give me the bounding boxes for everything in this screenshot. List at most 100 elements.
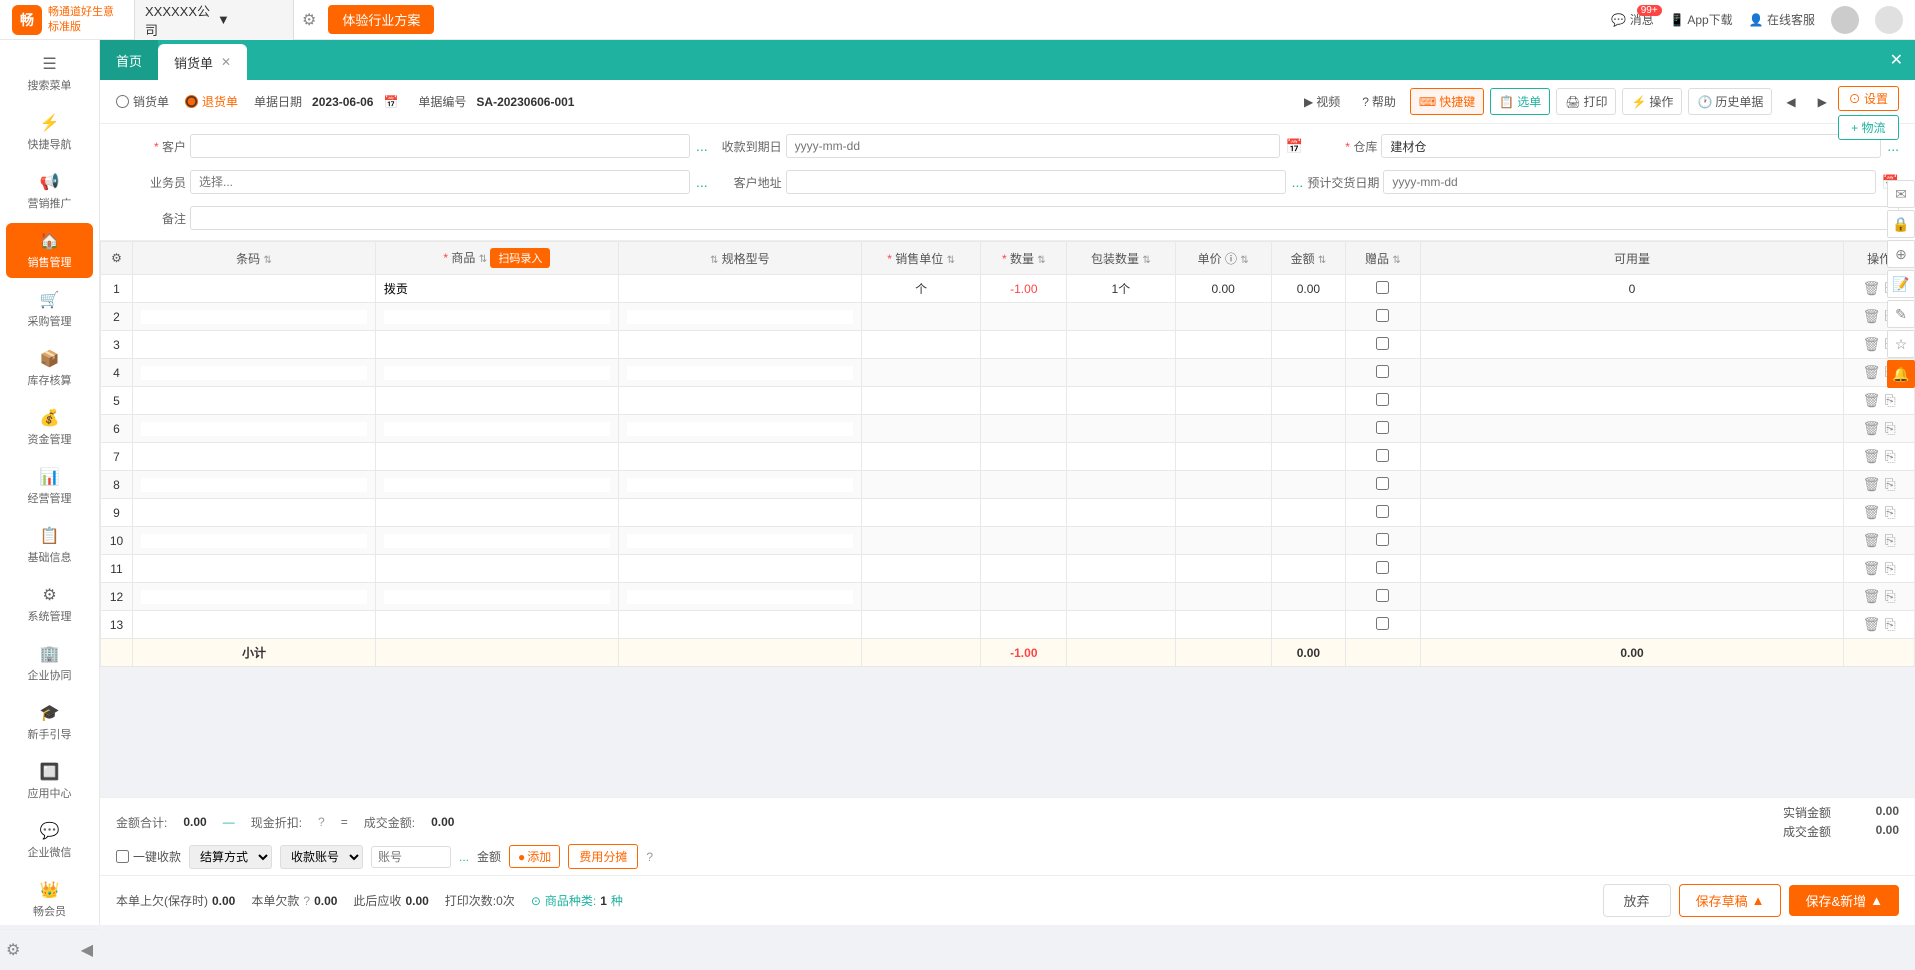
sidebar-item-system[interactable]: ⚙ 系统管理 bbox=[6, 577, 93, 632]
row-qty[interactable] bbox=[981, 471, 1067, 499]
gear-icon[interactable]: ⚙ bbox=[302, 10, 316, 30]
row-gift[interactable] bbox=[1346, 415, 1420, 443]
row-price[interactable] bbox=[1175, 387, 1271, 415]
copy-row-icon[interactable]: ⎘ bbox=[1884, 616, 1895, 633]
float-star-btn[interactable]: ☆ bbox=[1887, 330, 1915, 358]
next-btn[interactable]: ▶ bbox=[1810, 91, 1835, 113]
row-product[interactable] bbox=[375, 555, 618, 583]
row-amount[interactable] bbox=[1271, 303, 1345, 331]
row-spec[interactable] bbox=[618, 387, 861, 415]
row-price[interactable] bbox=[1175, 443, 1271, 471]
sidebar-item-operations[interactable]: 📊 经营管理 bbox=[6, 459, 93, 514]
delete-row-icon[interactable]: 🗑 bbox=[1863, 308, 1881, 325]
row-pack-qty[interactable]: 1个 bbox=[1067, 275, 1175, 303]
row-qty[interactable] bbox=[981, 611, 1067, 639]
row-barcode[interactable] bbox=[133, 471, 376, 499]
delete-row-icon[interactable]: 🗑 bbox=[1863, 392, 1881, 409]
row-spec[interactable] bbox=[618, 331, 861, 359]
tab-home[interactable]: 首页 bbox=[100, 40, 158, 80]
row-pack-qty[interactable] bbox=[1067, 359, 1175, 387]
sidebar-item-apps[interactable]: 🔲 应用中心 bbox=[6, 754, 93, 809]
row-pack-qty[interactable] bbox=[1067, 611, 1175, 639]
row-spec[interactable] bbox=[618, 611, 861, 639]
row-gift[interactable] bbox=[1346, 555, 1420, 583]
row-amount[interactable] bbox=[1271, 555, 1345, 583]
radio-return-order[interactable]: 退货单 bbox=[185, 93, 238, 110]
row-unit[interactable] bbox=[861, 415, 981, 443]
float-msg-btn[interactable]: ✉ bbox=[1887, 180, 1915, 208]
delete-row-icon[interactable]: 🗑 bbox=[1863, 588, 1881, 605]
row-product[interactable] bbox=[375, 583, 618, 611]
receivable-date-cal-icon[interactable]: 📅 bbox=[1286, 138, 1303, 155]
row-product[interactable] bbox=[375, 303, 618, 331]
remark-input[interactable] bbox=[190, 206, 1899, 230]
row-unit[interactable] bbox=[861, 611, 981, 639]
flow-button[interactable]: + 物流 bbox=[1838, 115, 1899, 140]
help-btn[interactable]: ? 帮助 bbox=[1354, 89, 1404, 114]
row-product[interactable] bbox=[375, 387, 618, 415]
row-barcode[interactable] bbox=[133, 359, 376, 387]
row-barcode[interactable] bbox=[133, 611, 376, 639]
row-pack-qty[interactable] bbox=[1067, 303, 1175, 331]
delete-row-icon[interactable]: 🗑 bbox=[1863, 280, 1881, 297]
float-notify-btn[interactable]: 🔔 bbox=[1887, 360, 1915, 388]
row-product[interactable] bbox=[375, 443, 618, 471]
trial-button[interactable]: 体验行业方案 bbox=[328, 5, 434, 34]
delete-row-icon[interactable]: 🗑 bbox=[1863, 560, 1881, 577]
row-amount[interactable] bbox=[1271, 443, 1345, 471]
row-gift[interactable] bbox=[1346, 387, 1420, 415]
delete-row-icon[interactable]: 🗑 bbox=[1863, 616, 1881, 633]
salesman-input[interactable] bbox=[190, 170, 690, 194]
row-spec[interactable] bbox=[618, 527, 861, 555]
copy-row-icon[interactable]: ⎘ bbox=[1884, 420, 1895, 437]
account-dots[interactable]: ... bbox=[459, 850, 469, 864]
sidebar-item-finance[interactable]: 💰 资金管理 bbox=[6, 400, 93, 455]
row-amount[interactable] bbox=[1271, 415, 1345, 443]
row-unit[interactable] bbox=[861, 387, 981, 415]
sidebar-item-guide[interactable]: 🎓 新手引导 bbox=[6, 695, 93, 750]
row-price[interactable] bbox=[1175, 471, 1271, 499]
row-qty[interactable] bbox=[981, 583, 1067, 611]
copy-row-icon[interactable]: ⎘ bbox=[1884, 504, 1895, 521]
row-product[interactable] bbox=[375, 471, 618, 499]
row-gift[interactable] bbox=[1346, 499, 1420, 527]
copy-row-icon[interactable]: ⎘ bbox=[1884, 448, 1895, 465]
row-barcode[interactable] bbox=[133, 555, 376, 583]
product-type-stat[interactable]: ⊙ 商品种类: 1 种 bbox=[531, 892, 623, 909]
one-key-payment-checkbox[interactable]: 一键收款 bbox=[116, 848, 181, 865]
row-gift[interactable] bbox=[1346, 275, 1420, 303]
message-button[interactable]: 💬 消息 99+ bbox=[1611, 11, 1653, 28]
row-price[interactable]: 0.00 bbox=[1175, 275, 1271, 303]
row-qty[interactable]: -1.00 bbox=[981, 275, 1067, 303]
company-selector[interactable]: XXXXXX公司 ▼ bbox=[134, 0, 294, 44]
row-price[interactable] bbox=[1175, 331, 1271, 359]
expense-split-btn[interactable]: 费用分摊 bbox=[568, 844, 638, 869]
row-amount[interactable] bbox=[1271, 471, 1345, 499]
scan-barcode-button[interactable]: 扫码录入 bbox=[490, 248, 550, 268]
tab-sales-order[interactable]: 销货单 ✕ bbox=[158, 44, 247, 80]
delete-row-icon[interactable]: 🗑 bbox=[1863, 364, 1881, 381]
row-barcode[interactable] bbox=[133, 527, 376, 555]
row-qty[interactable] bbox=[981, 331, 1067, 359]
shortcuts-btn[interactable]: ⌨ 快捷键 bbox=[1410, 88, 1484, 115]
row-spec[interactable] bbox=[618, 499, 861, 527]
row-product[interactable] bbox=[375, 527, 618, 555]
row-gift[interactable] bbox=[1346, 359, 1420, 387]
account-input[interactable] bbox=[371, 846, 451, 868]
delete-row-icon[interactable]: 🗑 bbox=[1863, 504, 1881, 521]
row-unit[interactable] bbox=[861, 555, 981, 583]
float-note-btn[interactable]: 📝 bbox=[1887, 270, 1915, 298]
row-qty[interactable] bbox=[981, 527, 1067, 555]
row-amount[interactable] bbox=[1271, 583, 1345, 611]
row-unit[interactable] bbox=[861, 583, 981, 611]
row-pack-qty[interactable] bbox=[1067, 331, 1175, 359]
sidebar-collapse-icon[interactable]: ◀ bbox=[81, 940, 93, 960]
row-amount[interactable] bbox=[1271, 499, 1345, 527]
copy-row-icon[interactable]: ⎘ bbox=[1884, 392, 1895, 409]
sidebar-item-enterprise[interactable]: 🏢 企业协同 bbox=[6, 636, 93, 691]
row-qty[interactable] bbox=[981, 387, 1067, 415]
row-barcode[interactable] bbox=[133, 275, 376, 303]
close-tab-icon[interactable]: ✕ bbox=[221, 55, 231, 69]
save-new-button[interactable]: 保存&新增 ▲ bbox=[1789, 885, 1899, 916]
row-pack-qty[interactable] bbox=[1067, 415, 1175, 443]
